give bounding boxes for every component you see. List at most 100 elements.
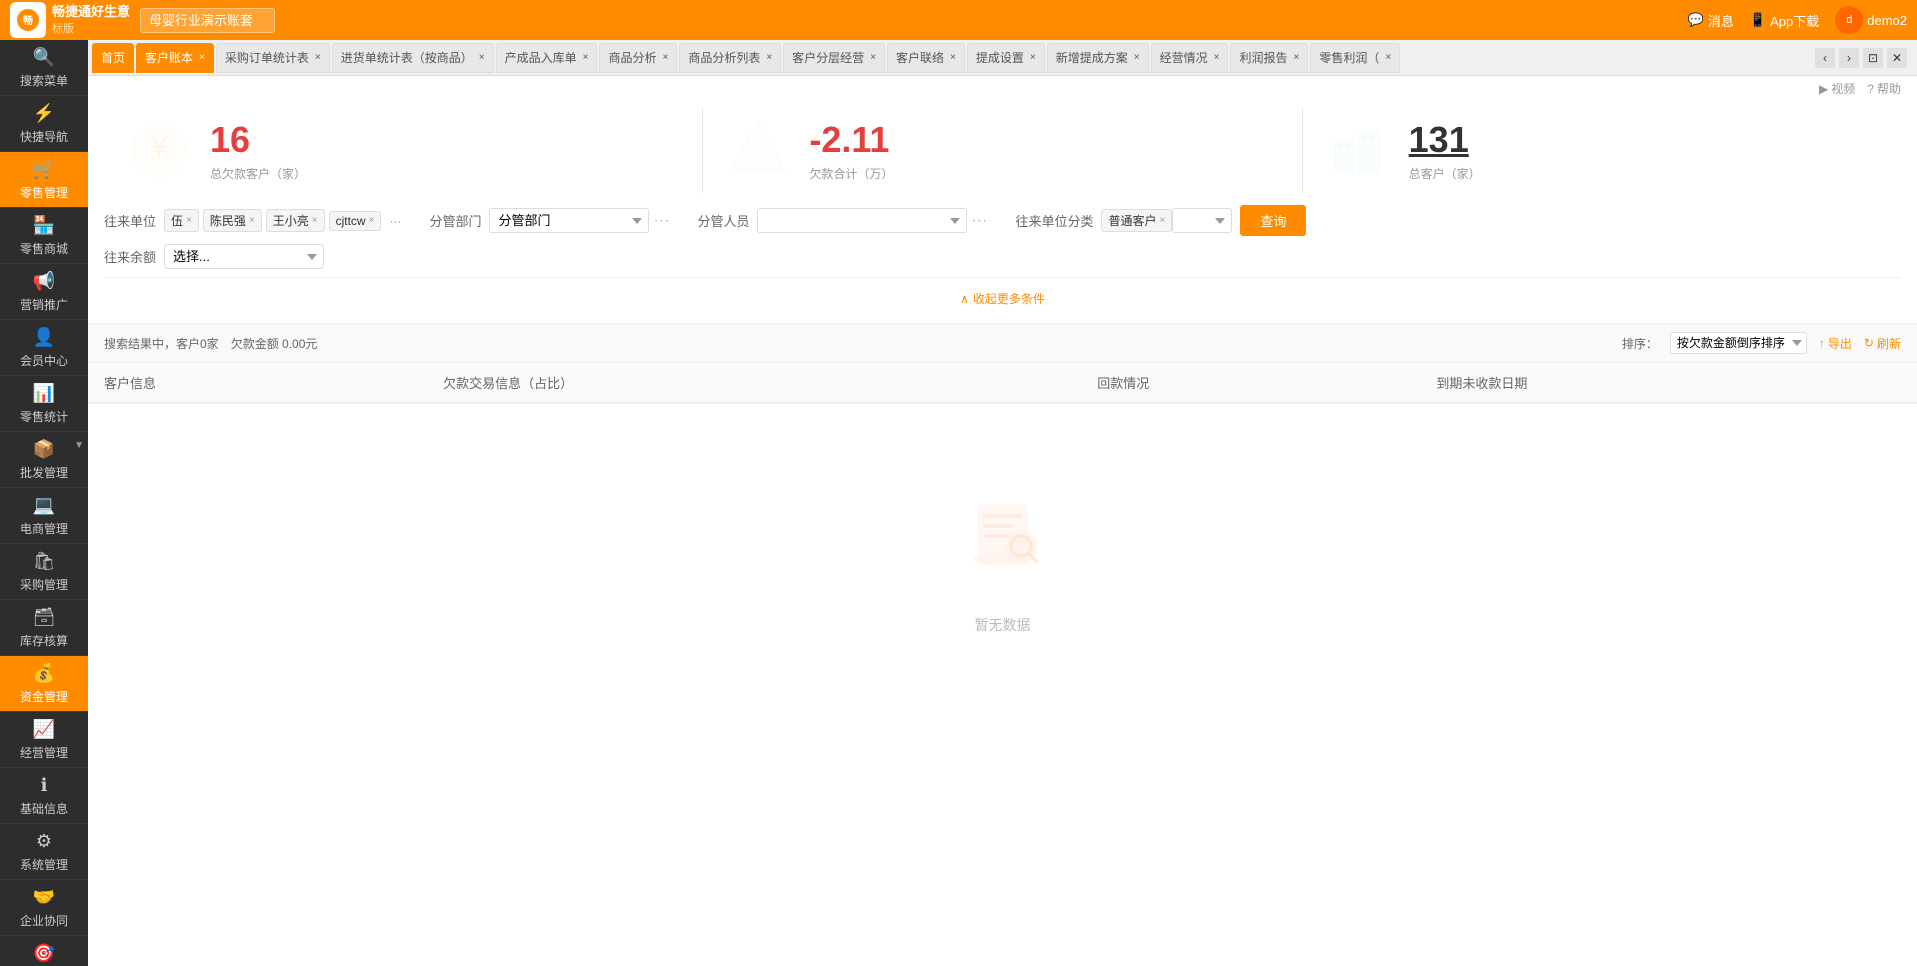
stat-icon-overdue: ¥: [124, 115, 194, 185]
sidebar-item-basic[interactable]: ℹ 基础信息: [0, 768, 88, 824]
collapse-btn[interactable]: ∧ 收起更多条件: [104, 286, 1901, 311]
collapse-icon: ∧: [960, 292, 969, 306]
sidebar-item-guide[interactable]: 🎯 新手引导: [0, 936, 88, 966]
filter-tag-class-1-close[interactable]: ×: [1159, 215, 1165, 226]
nav-dropdown-wrap[interactable]: 母婴行业演示账套: [140, 8, 275, 33]
tab-new-promo[interactable]: 新增提成方案 ×: [1047, 43, 1149, 73]
filter-more-btn[interactable]: ···: [385, 212, 405, 230]
sidebar-item-retail-stats[interactable]: 📊 零售统计: [0, 376, 88, 432]
tab-biz-situation-close[interactable]: ×: [1214, 52, 1220, 63]
sidebar-item-retail-mall[interactable]: 🏪 零售商城: [0, 208, 88, 264]
sidebar-item-purchase[interactable]: 🛍 采购管理: [0, 544, 88, 600]
sidebar-item-operations[interactable]: 📈 经营管理: [0, 712, 88, 768]
sidebar-label-inventory: 库存核算: [20, 632, 68, 649]
tab-scroll-right[interactable]: ›: [1839, 48, 1859, 68]
app-icon: 📱: [1750, 12, 1766, 28]
tab-scroll-left[interactable]: ‹: [1815, 48, 1835, 68]
filter-label-balance: 往来余额: [104, 247, 156, 266]
stat-info-total: 131 总客户（家）: [1409, 119, 1481, 182]
query-button[interactable]: 查询: [1240, 205, 1306, 236]
tab-goods-analysis-list-close[interactable]: ×: [766, 52, 772, 63]
filter-tag-unit-1-close[interactable]: ×: [186, 215, 192, 226]
tab-goods-analysis-close[interactable]: ×: [662, 52, 668, 63]
sidebar-item-system[interactable]: ⚙ 系统管理: [0, 824, 88, 880]
tab-profit-report[interactable]: 利润报告 ×: [1230, 43, 1308, 73]
refresh-icon: ↻: [1864, 336, 1874, 350]
sidebar-item-member[interactable]: 👤 会员中心: [0, 320, 88, 376]
sidebar-item-marketing[interactable]: 📢 营销推广: [0, 264, 88, 320]
filter-person-input[interactable]: [757, 208, 967, 233]
tab-purchase-order[interactable]: 采购订单统计表 ×: [216, 43, 330, 73]
tab-maximize[interactable]: ⊡: [1863, 48, 1883, 68]
filter-label-dept: 分管部门: [429, 211, 481, 230]
tab-promo-settings-close[interactable]: ×: [1030, 52, 1036, 63]
tab-customer-tier-close[interactable]: ×: [870, 52, 876, 63]
tab-production-in-close[interactable]: ×: [583, 52, 589, 63]
tab-home-label: 首页: [101, 49, 125, 66]
tab-purchase-order-close[interactable]: ×: [315, 52, 321, 63]
tab-customer-book[interactable]: 客户账本 ×: [136, 43, 214, 73]
sidebar-item-wholesale[interactable]: 📦 批发管理 ▼: [0, 432, 88, 488]
tab-customer-tier[interactable]: 客户分层经营 ×: [783, 43, 885, 73]
tab-incoming-stats[interactable]: 进货单统计表（按商品） ×: [332, 43, 494, 73]
filter-tag-unit-4-close[interactable]: ×: [369, 215, 375, 226]
sidebar-item-retail[interactable]: 🛒 零售管理: [0, 152, 88, 208]
collapse-wrap: ∧ 收起更多条件: [104, 277, 1901, 311]
filter-balance-select[interactable]: 选择...: [164, 244, 324, 269]
filter-tags-unit: 伍 × 陈民强 × 王小亮 ×: [164, 209, 405, 232]
filter-dept-dots[interactable]: ···: [649, 212, 673, 230]
tab-production-in[interactable]: 产成品入库单 ×: [496, 43, 598, 73]
table-wrap: 客户信息 欠款交易信息（占比） 回款情况 到期未收款日期: [88, 363, 1917, 715]
sort-select[interactable]: 按欠款金额倒序排序: [1670, 332, 1807, 354]
tab-customer-book-close[interactable]: ×: [199, 52, 205, 63]
app-download-btn[interactable]: 📱 App下载: [1750, 11, 1819, 30]
sidebar-label-retail-stats: 零售统计: [20, 408, 68, 425]
message-icon: 💬: [1688, 12, 1704, 28]
filter-dept-select[interactable]: 分管部门: [489, 208, 649, 233]
filter-tag-unit-3-close[interactable]: ×: [312, 215, 318, 226]
stat-label-overdue-customers: 总欠款客户（家）: [210, 165, 306, 182]
tab-purchase-order-label: 采购订单统计表: [225, 49, 309, 66]
tab-customer-contact-close[interactable]: ×: [950, 52, 956, 63]
help-btn[interactable]: ? 帮助: [1867, 80, 1901, 97]
tab-home[interactable]: 首页: [92, 43, 134, 73]
tab-promo-settings[interactable]: 提成设置 ×: [967, 43, 1045, 73]
main-content: ▶ 视频 ? 帮助: [88, 76, 1917, 966]
sidebar-label-retail: 零售管理: [20, 184, 68, 201]
refresh-btn[interactable]: ↻ 刷新: [1864, 335, 1901, 352]
filter-tags-class: 普通客户 ×: [1101, 209, 1172, 232]
tab-profit-report-close[interactable]: ×: [1293, 52, 1299, 63]
tab-retail-profit[interactable]: 零售利润（ ×: [1310, 43, 1400, 73]
export-btn[interactable]: ↑ 导出: [1819, 335, 1852, 352]
sidebar-item-quick-nav[interactable]: ⚡ 快捷导航: [0, 96, 88, 152]
filter-unit-class-select[interactable]: [1172, 208, 1232, 233]
basic-icon: ℹ: [41, 775, 48, 796]
message-btn[interactable]: 💬 消息: [1688, 11, 1734, 30]
filter-person-dots[interactable]: ···: [967, 212, 991, 230]
video-btn[interactable]: ▶ 视频: [1819, 80, 1855, 97]
tab-new-promo-close[interactable]: ×: [1134, 52, 1140, 63]
tab-retail-profit-close[interactable]: ×: [1385, 52, 1391, 63]
filter-unit-class-wrap: 普通客户 ×: [1101, 208, 1232, 233]
sidebar-item-inventory[interactable]: 🗃 库存核算: [0, 600, 88, 656]
tab-goods-analysis[interactable]: 商品分析 ×: [599, 43, 677, 73]
tab-close-all[interactable]: ✕: [1887, 48, 1907, 68]
filter-tag-unit-2-close[interactable]: ×: [249, 215, 255, 226]
tab-customer-contact[interactable]: 客户联络 ×: [887, 43, 965, 73]
tab-biz-situation[interactable]: 经营情况 ×: [1151, 43, 1229, 73]
stat-info-amount: -2.11 欠款合计（万）: [809, 119, 893, 182]
col-overdue-trans: 欠款交易信息（占比）: [427, 363, 1081, 403]
sidebar-item-enterprise[interactable]: 🤝 企业协同: [0, 880, 88, 936]
user-menu[interactable]: d demo2: [1835, 6, 1907, 34]
sidebar-item-ecommerce[interactable]: 💻 电商管理: [0, 488, 88, 544]
filter-tag-unit-2-label: 陈民强: [210, 212, 246, 229]
avatar: d: [1835, 6, 1863, 34]
tab-goods-analysis-list[interactable]: 商品分析列表 ×: [679, 43, 781, 73]
tab-incoming-stats-label: 进货单统计表（按商品）: [341, 49, 473, 66]
top-bar: 畅 畅捷通好生意 标版 母婴行业演示账套 💬 消息 📱 App下载 d: [0, 0, 1917, 40]
sidebar-label-quick: 快捷导航: [20, 128, 68, 145]
sidebar-item-search-menu[interactable]: 🔍 搜索菜单: [0, 40, 88, 96]
company-selector[interactable]: 母婴行业演示账套: [140, 8, 275, 33]
sidebar-item-finance[interactable]: 💰 资金管理: [0, 656, 88, 712]
tab-incoming-stats-close[interactable]: ×: [479, 52, 485, 63]
